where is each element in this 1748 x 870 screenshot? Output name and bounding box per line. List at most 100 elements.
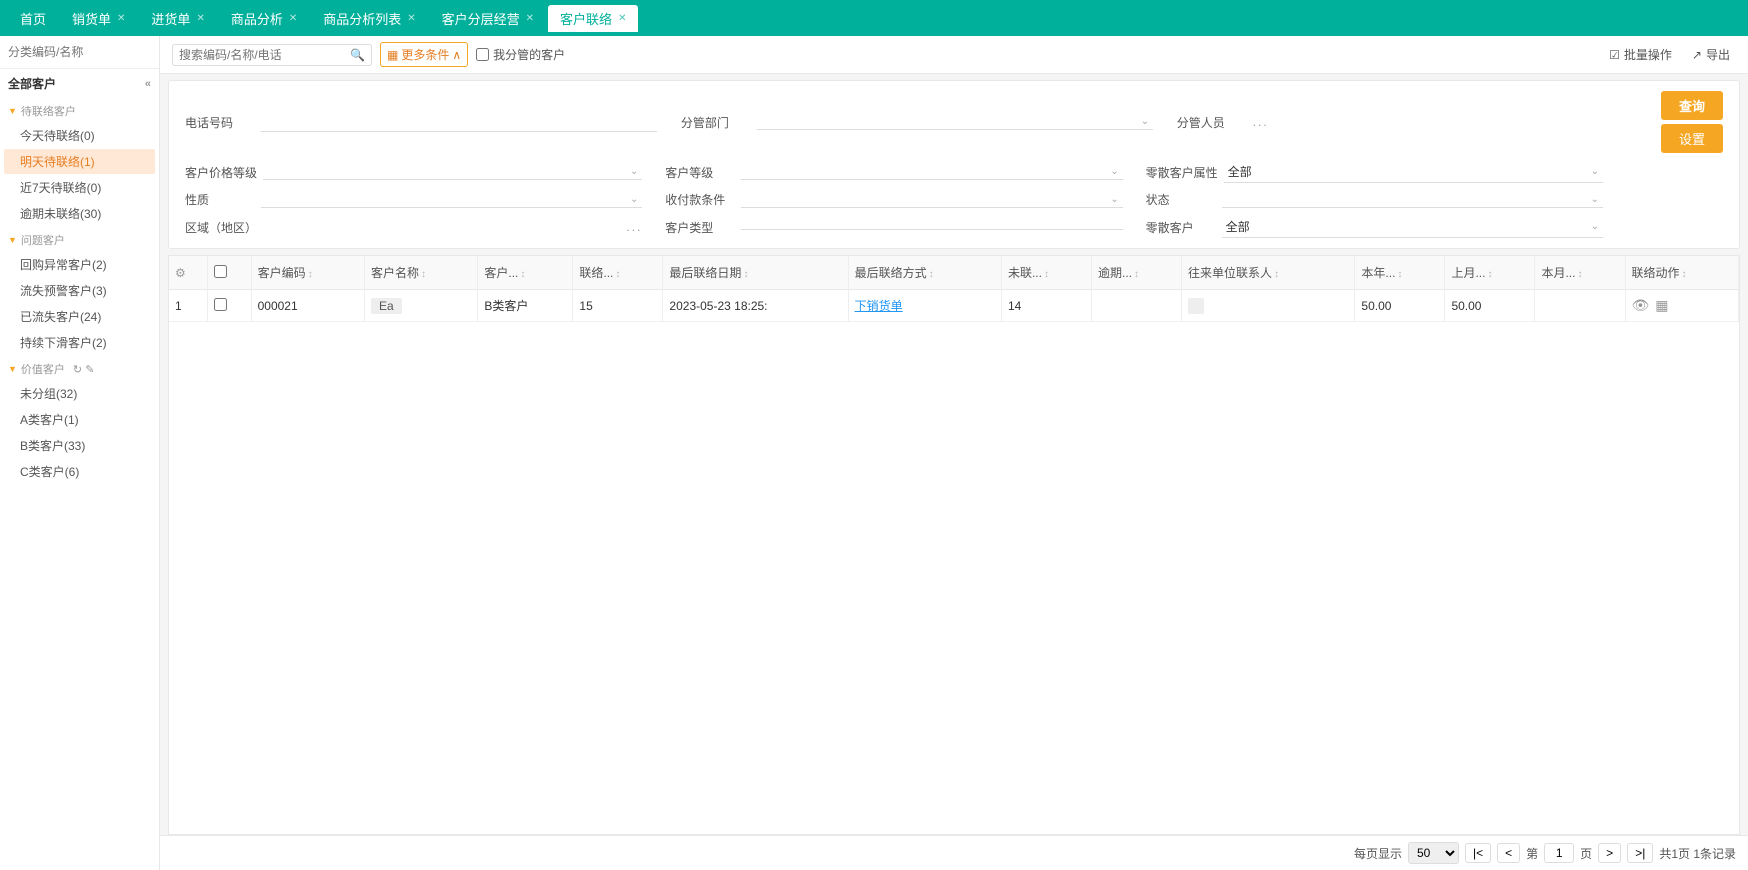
table-column-header: 往来单位联系人↕: [1182, 256, 1355, 290]
dept-select[interactable]: ⌄: [757, 114, 1153, 130]
sort-icon[interactable]: ↕: [308, 269, 313, 280]
sort-icon[interactable]: ↕: [421, 269, 426, 280]
close-icon[interactable]: ✕: [526, 13, 534, 24]
filter-cell-status: 状态 ⌄: [1146, 191, 1603, 208]
checkbox-icon: ☑: [1609, 48, 1620, 62]
status-label: 状态: [1146, 191, 1216, 208]
my-customer-checkbox-group[interactable]: 我分管的客户: [476, 46, 565, 63]
sort-icon[interactable]: ↕: [1487, 269, 1492, 280]
sort-icon[interactable]: ↕: [743, 269, 748, 280]
sort-icon[interactable]: ↕: [1044, 269, 1049, 280]
sidebar-search-input[interactable]: [8, 45, 160, 59]
query-set-buttons: 查询 设置: [1661, 91, 1723, 153]
filter-cell-price: 客户价格等级 ⌄: [185, 164, 642, 181]
main-layout: 🔍 全部客户 « ▼ 待联络客户 今天待联络(0)明天待联络(1)近7天待联络(…: [0, 36, 1748, 870]
price-level-select[interactable]: ⌄: [263, 164, 642, 180]
last-page-button[interactable]: >|: [1627, 843, 1653, 863]
sidebar-item[interactable]: C类客户(6): [4, 459, 155, 484]
sidebar-item[interactable]: 已流失客户(24): [4, 304, 155, 329]
sidebar-item[interactable]: 未分组(32): [4, 381, 155, 406]
sidebar-item[interactable]: 回购异常客户(2): [4, 252, 155, 277]
nav-item-客户分层经营[interactable]: 客户分层经营✕: [430, 5, 546, 32]
sort-icon[interactable]: ↕: [615, 269, 620, 280]
my-customer-checkbox[interactable]: [476, 48, 489, 61]
table-column-header: 最后联络日期↕: [663, 256, 848, 290]
export-button[interactable]: ↗ 导出: [1686, 43, 1736, 66]
nav-item-销货单[interactable]: 销货单✕: [60, 5, 137, 32]
sort-icon[interactable]: ↕: [1397, 269, 1402, 280]
customer-level-select[interactable]: ⌄: [741, 164, 1122, 180]
page-number-input[interactable]: [1544, 843, 1574, 863]
grid-icon[interactable]: ▦: [1655, 297, 1668, 314]
value-group-label: 价值客户: [21, 361, 65, 377]
last-contact-link[interactable]: 下销货单: [855, 299, 903, 313]
row-checkbox[interactable]: [214, 298, 227, 311]
sort-icon[interactable]: ↕: [1274, 269, 1279, 280]
sidebar-item[interactable]: 今天待联络(0): [4, 123, 155, 148]
toolbar-search-icon[interactable]: 🔍: [350, 48, 365, 62]
payment-select[interactable]: ⌄: [741, 192, 1122, 208]
table-column-header: 本年...↕: [1355, 256, 1445, 290]
sort-icon[interactable]: ↕: [1577, 269, 1582, 280]
close-icon[interactable]: ✕: [196, 13, 204, 24]
more-filter-button[interactable]: ▦ 更多条件 ∧: [380, 42, 468, 67]
toolbar-search-box: 🔍: [172, 44, 372, 66]
page-unit: 页: [1580, 845, 1592, 862]
nav-item-商品分析[interactable]: 商品分析✕: [219, 5, 309, 32]
sidebar-item[interactable]: B类客户(33): [4, 433, 155, 458]
close-icon[interactable]: ✕: [618, 13, 626, 24]
status-select[interactable]: ⌄: [1222, 192, 1603, 208]
sidebar-item[interactable]: A类客户(1): [4, 407, 155, 432]
eye-icon[interactable]: 👁: [1632, 297, 1650, 314]
row-this-year: 50.00: [1355, 290, 1445, 322]
retail-attr-select[interactable]: 全部 ⌄: [1224, 161, 1603, 183]
row-last-contact-method[interactable]: 下销货单: [848, 290, 1001, 322]
query-button[interactable]: 查询: [1661, 91, 1723, 120]
gear-icon[interactable]: ⚙: [175, 266, 186, 280]
pending-group-label: 待联络客户: [21, 103, 76, 119]
close-icon[interactable]: ✕: [407, 13, 415, 24]
nav-item-商品分析列表[interactable]: 商品分析列表✕: [311, 5, 427, 32]
sidebar-item[interactable]: 近7天待联络(0): [4, 175, 155, 200]
sidebar-all-customers[interactable]: 全部客户 «: [0, 69, 159, 98]
sidebar-item[interactable]: 明天待联络(1): [4, 149, 155, 174]
phone-input[interactable]: [261, 113, 657, 132]
retail-customer-select[interactable]: 全部 ⌄: [1222, 216, 1603, 238]
nav-item-进货单[interactable]: 进货单✕: [139, 5, 216, 32]
batch-op-button[interactable]: ☑ 批量操作: [1603, 43, 1678, 66]
sort-icon[interactable]: ↕: [520, 269, 525, 280]
collapse-icon: «: [145, 78, 151, 90]
sort-icon[interactable]: ↕: [1134, 269, 1139, 280]
prev-page-button[interactable]: <: [1497, 843, 1520, 863]
gender-select[interactable]: ⌄: [261, 192, 642, 208]
row-index: 1: [169, 290, 208, 322]
sidebar-pending-items: 今天待联络(0)明天待联络(1)近7天待联络(0)逾期未联络(30): [0, 122, 159, 227]
first-page-button[interactable]: |<: [1465, 843, 1491, 863]
phone-label: 电话号码: [185, 114, 255, 131]
region-dots[interactable]: ...: [626, 220, 642, 234]
sidebar-item[interactable]: 逾期未联络(30): [4, 201, 155, 226]
sidebar-value-group: ▼ 价值客户 ↻ ✎: [0, 356, 159, 380]
next-page-button[interactable]: >: [1598, 843, 1621, 863]
customer-type-select[interactable]: [741, 225, 1122, 230]
sort-icon[interactable]: ↕: [929, 269, 934, 280]
sidebar-item[interactable]: 流失预警客户(3): [4, 278, 155, 303]
filter-row-2: 客户价格等级 ⌄ 客户等级 ⌄ 零散客户属性: [185, 161, 1723, 183]
close-icon[interactable]: ✕: [117, 13, 125, 24]
table-column-header: 客户编码↕: [251, 256, 364, 290]
row-overdue: [1092, 290, 1182, 322]
page-label: 第: [1526, 845, 1538, 862]
select-all-checkbox[interactable]: [214, 265, 227, 278]
toolbar-search-input[interactable]: [179, 48, 346, 62]
close-icon[interactable]: ✕: [289, 13, 297, 24]
per-page-select[interactable]: 102050100: [1408, 842, 1459, 864]
sort-icon[interactable]: ↕: [1682, 269, 1687, 280]
nav-item-首页[interactable]: 首页: [8, 5, 58, 32]
nav-item-客户联络[interactable]: 客户联络✕: [548, 5, 638, 32]
sidebar-search-area: 🔍: [0, 36, 159, 69]
set-button[interactable]: 设置: [1661, 124, 1723, 153]
content-area: 🔍 ▦ 更多条件 ∧ 我分管的客户 ☑ 批量操作 ↗ 导出: [160, 36, 1748, 870]
customer-level-label: 客户等级: [665, 164, 735, 181]
person-dots[interactable]: ...: [1253, 115, 1269, 129]
sidebar-item[interactable]: 持续下滑客户(2): [4, 330, 155, 355]
